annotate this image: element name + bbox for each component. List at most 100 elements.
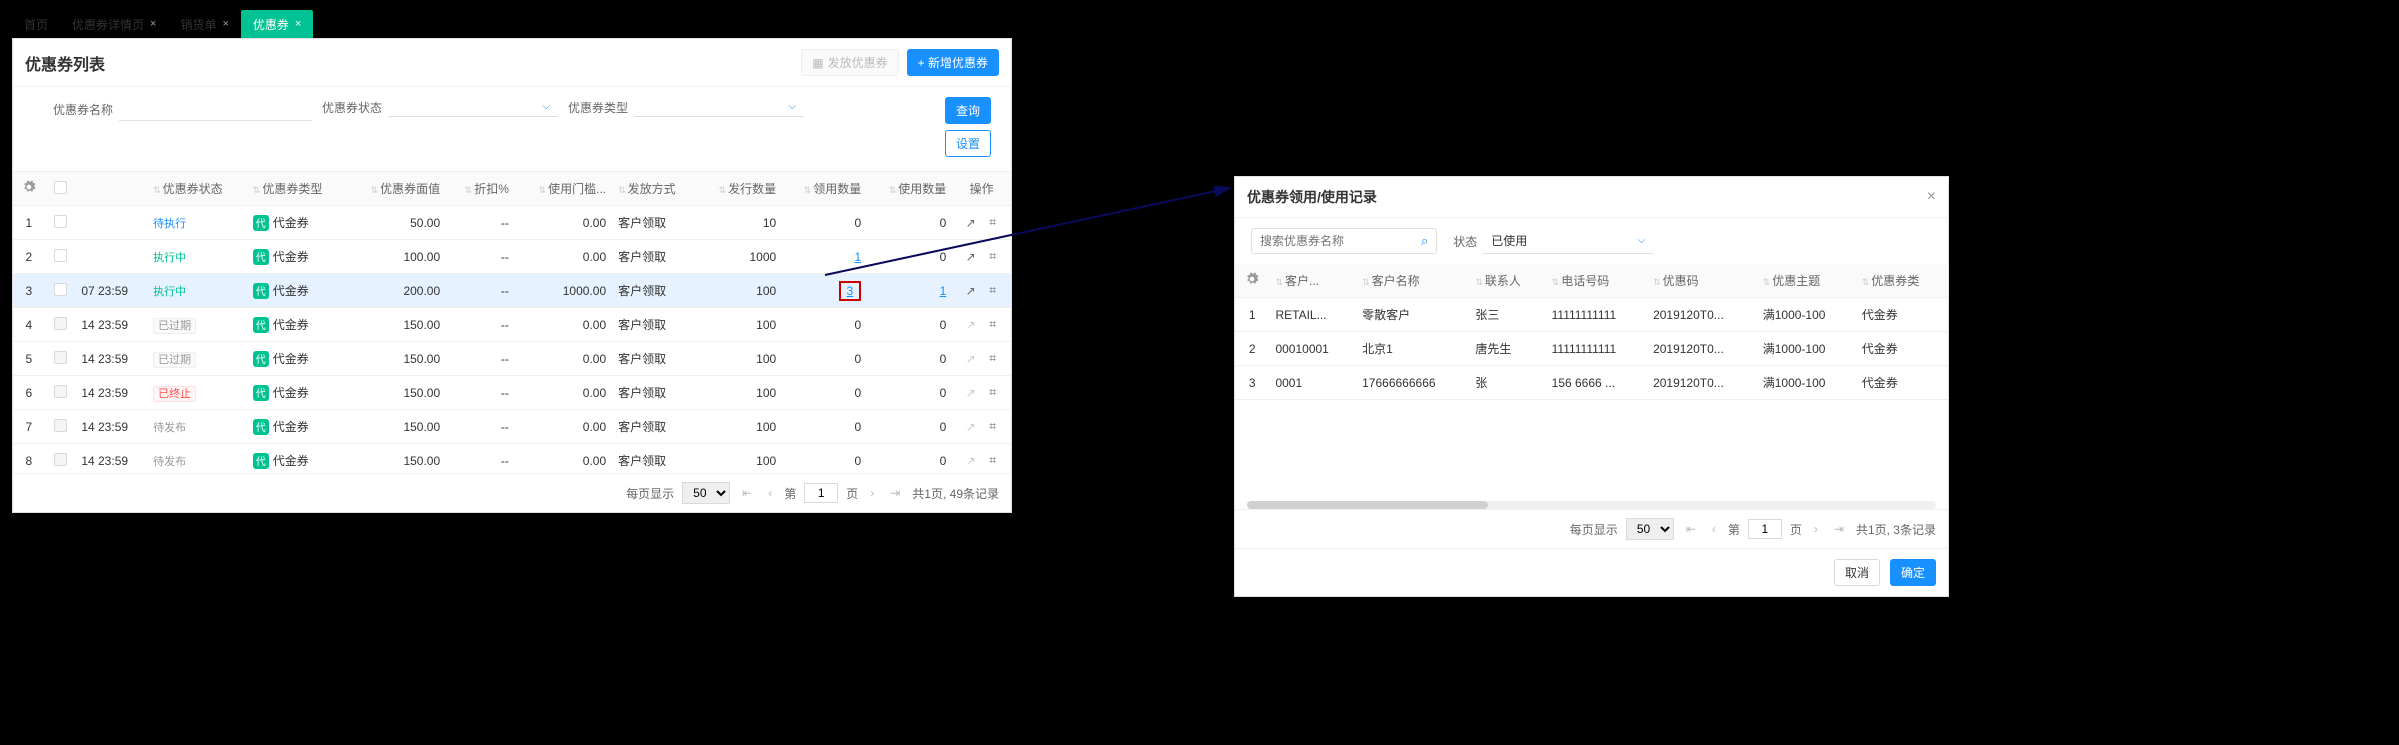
qr-icon[interactable]: ⌗	[986, 352, 1000, 366]
prev-page-button[interactable]: ‹	[1708, 522, 1720, 536]
search-button[interactable]: 查询	[945, 97, 991, 124]
col-cust-code[interactable]: ⇅客户...	[1269, 264, 1356, 298]
row-checkbox[interactable]	[54, 317, 67, 330]
row-checkbox[interactable]	[54, 419, 67, 432]
row-checkbox[interactable]	[54, 453, 67, 466]
col-threshold[interactable]: ⇅使用门槛...	[515, 172, 612, 206]
use-qty-link[interactable]: 1	[940, 284, 947, 298]
close-icon[interactable]: ×	[295, 18, 301, 30]
page-input[interactable]	[804, 483, 838, 503]
modal-search-input[interactable]	[1260, 234, 1415, 248]
col-type[interactable]: ⇅优惠券类型	[247, 172, 347, 206]
qr-icon[interactable]: ⌗	[986, 318, 1000, 332]
confirm-button[interactable]: 确定	[1890, 559, 1936, 586]
tab-coupon[interactable]: 优惠券×	[241, 10, 313, 39]
modal-search[interactable]: ⌕	[1251, 228, 1437, 254]
close-icon[interactable]: ×	[150, 18, 156, 30]
first-page-button[interactable]: ⇤	[738, 486, 756, 500]
table-row[interactable]: 8 14 23:59 待发布 代代金券 150.00 -- 0.00 客户领取 …	[13, 444, 1011, 474]
coupon-status-select[interactable]: ⌵	[388, 97, 558, 117]
row-checkbox[interactable]	[54, 283, 67, 296]
table-row[interactable]: 6 14 23:59 已终止 代代金券 150.00 -- 0.00 客户领取 …	[13, 376, 1011, 410]
table-row[interactable]: 1 RETAIL... 零散客户 张三 11111111111 2019120T…	[1235, 298, 1948, 332]
col-issue-way[interactable]: ⇅发放方式	[612, 172, 697, 206]
col-coupon-code[interactable]: ⇅优惠码	[1647, 264, 1757, 298]
col-cust-name[interactable]: ⇅客户名称	[1356, 264, 1469, 298]
row-checkbox[interactable]	[54, 249, 67, 262]
first-page-button[interactable]: ⇤	[1682, 522, 1700, 536]
modal-status-select[interactable]: 已使用⌵	[1483, 228, 1653, 254]
qr-icon[interactable]: ⌗	[986, 454, 1000, 468]
claim-qty-link[interactable]: 1	[855, 250, 862, 264]
row-checkbox[interactable]	[54, 385, 67, 398]
usage-record-modal: 优惠券领用/使用记录 × ⌕ 状态 已使用⌵ ⇅客户... ⇅客户名称 ⇅联系人…	[1234, 176, 1949, 597]
page-size-select[interactable]: 50	[682, 482, 730, 504]
table-row[interactable]: 7 14 23:59 待发布 代代金券 150.00 -- 0.00 客户领取 …	[13, 410, 1011, 444]
close-icon[interactable]: ×	[1927, 188, 1936, 206]
cancel-button[interactable]: 取消	[1834, 559, 1880, 586]
coupon-name-input[interactable]	[119, 97, 312, 121]
qr-icon[interactable]: ⌗	[986, 216, 1000, 230]
grid-icon: ▦	[812, 56, 823, 70]
table-row[interactable]: 4 14 23:59 已过期 代代金券 150.00 -- 0.00 客户领取 …	[13, 308, 1011, 342]
col-use-qty[interactable]: ⇅使用数量	[867, 172, 952, 206]
tab-coupon-detail[interactable]: 优惠券详情页×	[60, 10, 168, 39]
filter-coupon-name: 优惠券名称	[53, 97, 312, 121]
row-checkbox[interactable]	[54, 215, 67, 228]
table-row[interactable]: 3 07 23:59 执行中 代代金券 200.00 -- 1000.00 客户…	[13, 274, 1011, 308]
qr-icon[interactable]: ⌗	[986, 284, 1000, 298]
table-row[interactable]: 1 待执行 代代金券 50.00 -- 0.00 客户领取 10 0 0 ↗⌗	[13, 206, 1011, 240]
add-coupon-button[interactable]: 新增优惠券	[907, 49, 999, 76]
qr-icon[interactable]: ⌗	[986, 386, 1000, 400]
table-row[interactable]: 2 执行中 代代金券 100.00 -- 0.00 客户领取 1000 1 0 …	[13, 240, 1011, 274]
table-row[interactable]: 5 14 23:59 已过期 代代金券 150.00 -- 0.00 客户领取 …	[13, 342, 1011, 376]
coupon-type-select[interactable]: ⌵	[634, 97, 804, 117]
col-status[interactable]: ⇅优惠券状态	[147, 172, 247, 206]
settings-button[interactable]: 设置	[945, 130, 991, 157]
row-checkbox[interactable]	[54, 351, 67, 364]
tab-bar: 首页 优惠券详情页× 销货单× 优惠券×	[12, 10, 313, 38]
col-check[interactable]	[45, 172, 76, 206]
qr-icon[interactable]: ⌗	[986, 420, 1000, 434]
next-page-button[interactable]: ›	[1810, 522, 1822, 536]
table-row[interactable]: 3 0001 17666666666 张 156 6666 ... 201912…	[1235, 366, 1948, 400]
coupon-type-icon: 代	[253, 249, 269, 265]
col-gear[interactable]	[13, 172, 45, 206]
share-icon[interactable]: ↗	[964, 284, 978, 298]
col-subject[interactable]: ⇅优惠主题	[1757, 264, 1856, 298]
page-size-select[interactable]: 50	[1626, 518, 1674, 540]
col-face[interactable]: ⇅优惠券面值	[346, 172, 446, 206]
col-phone[interactable]: ⇅电话号码	[1546, 264, 1647, 298]
table-row[interactable]: 2 00010001 北京1 唐先生 11111111111 2019120T0…	[1235, 332, 1948, 366]
modal-status-filter: 状态 已使用⌵	[1453, 228, 1653, 254]
last-page-button[interactable]: ⇥	[1830, 522, 1848, 536]
qr-icon[interactable]: ⌗	[986, 250, 1000, 264]
coupon-type-icon: 代	[253, 283, 269, 299]
col-gear[interactable]	[1235, 264, 1269, 298]
col-discount[interactable]: ⇅折扣%	[446, 172, 515, 206]
page-summary: 共1页, 49条记录	[912, 485, 999, 502]
col-contact[interactable]: ⇅联系人	[1469, 264, 1545, 298]
prev-page-button[interactable]: ‹	[764, 486, 776, 500]
horizontal-scrollbar[interactable]	[1247, 501, 1936, 509]
chevron-down-icon: ⌵	[542, 101, 550, 112]
coupon-list-window: 优惠券列表 ▦发放优惠券 新增优惠券 优惠券名称 优惠券状态 ⌵ 优惠券类型 ⌵…	[12, 38, 1012, 513]
search-icon[interactable]: ⌕	[1421, 233, 1428, 249]
next-page-button[interactable]: ›	[866, 486, 878, 500]
tab-sales-order[interactable]: 销货单×	[168, 10, 240, 39]
status-badge: 执行中	[153, 286, 186, 298]
page-input[interactable]	[1748, 519, 1782, 539]
checkbox-all[interactable]	[54, 181, 67, 194]
gear-icon	[1245, 272, 1259, 286]
share-icon: ↗	[964, 318, 978, 332]
tab-home[interactable]: 首页	[12, 10, 60, 39]
status-badge: 待执行	[153, 218, 186, 230]
last-page-button[interactable]: ⇥	[886, 486, 904, 500]
col-type[interactable]: ⇅优惠券类	[1856, 264, 1948, 298]
col-issue-qty[interactable]: ⇅发行数量	[697, 172, 782, 206]
share-icon[interactable]: ↗	[964, 216, 978, 230]
share-icon[interactable]: ↗	[964, 250, 978, 264]
col-claim-qty[interactable]: ⇅领用数量	[782, 172, 867, 206]
close-icon[interactable]: ×	[222, 18, 228, 30]
claim-qty-link[interactable]: 3	[847, 284, 854, 298]
